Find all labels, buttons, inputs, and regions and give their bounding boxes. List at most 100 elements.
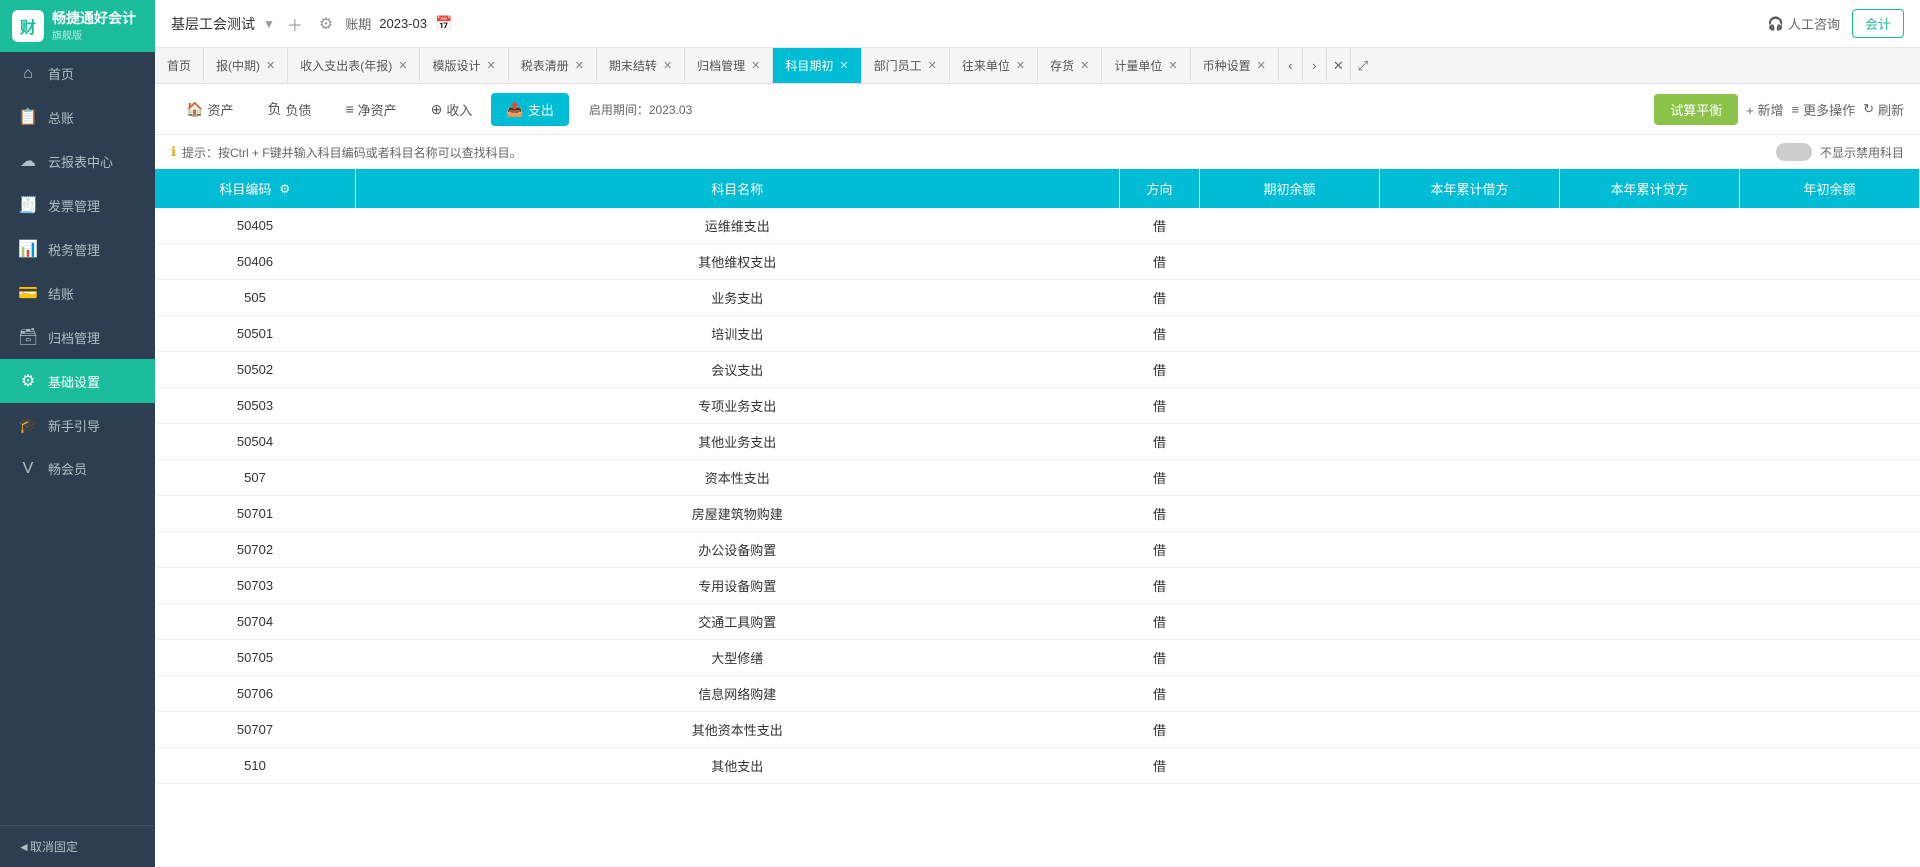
tab-close-6[interactable]: ✕ — [751, 59, 760, 72]
sidebar-collapse-btn[interactable]: ◄取消固定 — [0, 825, 155, 867]
sub-tab-净资产[interactable]: ≡净资产 — [330, 93, 411, 126]
app-logo[interactable]: 财 畅捷通好会计 旗舰版 — [0, 0, 155, 52]
period-value: 2023-03 — [379, 16, 427, 31]
sidebar-item-归档管理[interactable]: 🗃归档管理 — [0, 315, 155, 359]
table-row[interactable]: 50706 信息网络购建 借 — [155, 676, 1920, 712]
table-row[interactable]: 507 资本性支出 借 — [155, 460, 1920, 496]
tab-存货[interactable]: 存货✕ — [1038, 48, 1102, 84]
table-row[interactable]: 50502 会议支出 借 — [155, 352, 1920, 388]
sub-tab-icon-净资产: ≡ — [345, 101, 353, 117]
tab-首页[interactable]: 首页 — [155, 48, 204, 84]
tab-模版设计[interactable]: 模版设计✕ — [420, 48, 508, 84]
sidebar-nav: ⌂首页📋总账☁云报表中心🧾发票管理📊税务管理💳结账🗃归档管理⚙基础设置🎓新手引导… — [0, 52, 155, 825]
cell-balance — [1200, 244, 1380, 280]
table-row[interactable]: 510 其他支出 借 — [155, 748, 1920, 784]
table-row[interactable]: 50702 办公设备购置 借 — [155, 532, 1920, 568]
cell-name: 房屋建筑物购建 — [355, 496, 1120, 532]
tab-close-2[interactable]: ✕ — [398, 59, 407, 72]
tab-next-button[interactable]: › — [1303, 48, 1327, 84]
sidebar-item-首页[interactable]: ⌂首页 — [0, 52, 155, 95]
tab-close-10[interactable]: ✕ — [1080, 59, 1089, 72]
workspace-settings-icon[interactable]: ⚙ — [319, 14, 333, 34]
table-row[interactable]: 50703 专用设备购置 借 — [155, 568, 1920, 604]
account-button[interactable]: 会计 — [1852, 9, 1904, 38]
tab-部门员工[interactable]: 部门员工✕ — [862, 48, 950, 84]
sidebar-item-税务管理[interactable]: 📊税务管理 — [0, 227, 155, 271]
tab-close-12[interactable]: ✕ — [1257, 59, 1266, 72]
table-row[interactable]: 50701 房屋建筑物购建 借 — [155, 496, 1920, 532]
sidebar-icon-结账: 💳 — [18, 283, 38, 303]
tab-close-7[interactable]: ✕ — [839, 59, 848, 72]
tab-close-9[interactable]: ✕ — [1016, 59, 1025, 72]
table-row[interactable]: 50707 其他资本性支出 借 — [155, 712, 1920, 748]
cell-balance — [1200, 460, 1380, 496]
sub-tab-负债[interactable]: 负负债 — [252, 92, 326, 126]
cell-code: 50405 — [155, 208, 355, 244]
tab-close-5[interactable]: ✕ — [663, 59, 672, 72]
tab-prev-button[interactable]: ‹ — [1279, 48, 1303, 84]
cell-name: 培训支出 — [355, 316, 1120, 352]
sub-tabs: 🏠资产负负债≡净资产⊕收入📤支出 启用期间：2023.03 试算平衡 + 新增 … — [155, 84, 1920, 135]
tip-icon: ℹ — [171, 144, 176, 160]
tab-close-8[interactable]: ✕ — [928, 59, 937, 72]
table-row[interactable]: 50705 大型修缮 借 — [155, 640, 1920, 676]
cell-balance — [1200, 604, 1380, 640]
toggle-label: 不显示禁用科目 — [1820, 144, 1904, 161]
cell-balance — [1200, 316, 1380, 352]
tab-close-11[interactable]: ✕ — [1168, 59, 1177, 72]
tab-计量单位[interactable]: 计量单位✕ — [1102, 48, 1190, 84]
cell-credit — [1560, 604, 1740, 640]
tab-期末结转[interactable]: 期末结转✕ — [597, 48, 685, 84]
col-settings-icon[interactable]: ⚙ — [279, 182, 290, 196]
table-row[interactable]: 505 业务支出 借 — [155, 280, 1920, 316]
tab-close-3[interactable]: ✕ — [486, 59, 495, 72]
sidebar-item-基础设置[interactable]: ⚙基础设置 — [0, 359, 155, 403]
tab-close-1[interactable]: ✕ — [266, 59, 275, 72]
cell-name: 运维维支出 — [355, 208, 1120, 244]
tab-归档管理[interactable]: 归档管理✕ — [685, 48, 773, 84]
cell-debit — [1380, 424, 1560, 460]
cell-credit — [1560, 388, 1740, 424]
sidebar-item-新手引导[interactable]: 🎓新手引导 — [0, 403, 155, 447]
add-button[interactable]: + 新增 — [1746, 100, 1783, 119]
table-row[interactable]: 50405 运维维支出 借 — [155, 208, 1920, 244]
support-button[interactable]: 🎧 人工咨询 — [1768, 14, 1840, 33]
more-button[interactable]: ≡ 更多操作 — [1791, 100, 1855, 119]
table-row[interactable]: 50501 培训支出 借 — [155, 316, 1920, 352]
sub-tab-资产[interactable]: 🏠资产 — [171, 93, 248, 126]
table-row[interactable]: 50704 交通工具购置 借 — [155, 604, 1920, 640]
sidebar-item-总账[interactable]: 📋总账 — [0, 95, 155, 139]
tab-科目期初[interactable]: 科目期初✕ — [773, 48, 861, 84]
calendar-icon[interactable]: 📅 — [435, 15, 452, 32]
sub-tab-支出[interactable]: 📤支出 — [491, 93, 568, 126]
tab-close-4[interactable]: ✕ — [575, 59, 584, 72]
add-workspace-icon[interactable]: ＋ — [287, 12, 303, 36]
sidebar-item-畅会员[interactable]: V畅会员 — [0, 447, 155, 490]
table-row[interactable]: 50504 其他业务支出 借 — [155, 424, 1920, 460]
tab-expand-button[interactable]: ⤢ — [1351, 48, 1375, 84]
hide-disabled-toggle[interactable] — [1776, 143, 1812, 161]
cell-code: 50705 — [155, 640, 355, 676]
cell-name: 其他资本性支出 — [355, 712, 1120, 748]
refresh-button[interactable]: ↻ 刷新 — [1863, 100, 1904, 119]
logo-icon: 财 — [12, 10, 44, 42]
company-dropdown-icon[interactable]: ▼ — [263, 17, 275, 31]
tab-往来单位[interactable]: 往来单位✕ — [950, 48, 1038, 84]
cell-debit — [1380, 388, 1560, 424]
sub-tab-收入[interactable]: ⊕收入 — [416, 93, 488, 126]
tab-close-all-button[interactable]: ✕ — [1327, 48, 1351, 84]
table-row[interactable]: 50503 专项业务支出 借 — [155, 388, 1920, 424]
cell-year-balance — [1740, 208, 1920, 244]
table-row[interactable]: 50406 其他维权支出 借 — [155, 244, 1920, 280]
cell-code: 50501 — [155, 316, 355, 352]
tab-报(中期)[interactable]: 报(中期)✕ — [204, 48, 288, 84]
tab-币种设置[interactable]: 币种设置✕ — [1191, 48, 1279, 84]
balance-button[interactable]: 试算平衡 — [1654, 94, 1738, 125]
sidebar-item-发票管理[interactable]: 🧾发票管理 — [0, 183, 155, 227]
tab-税表清册[interactable]: 税表清册✕ — [509, 48, 597, 84]
app-version: 旗舰版 — [52, 27, 136, 42]
sidebar-item-云报表中心[interactable]: ☁云报表中心 — [0, 139, 155, 183]
sidebar-item-结账[interactable]: 💳结账 — [0, 271, 155, 315]
tab-收入支出表(年报)[interactable]: 收入支出表(年报)✕ — [288, 48, 420, 84]
cell-balance — [1200, 496, 1380, 532]
